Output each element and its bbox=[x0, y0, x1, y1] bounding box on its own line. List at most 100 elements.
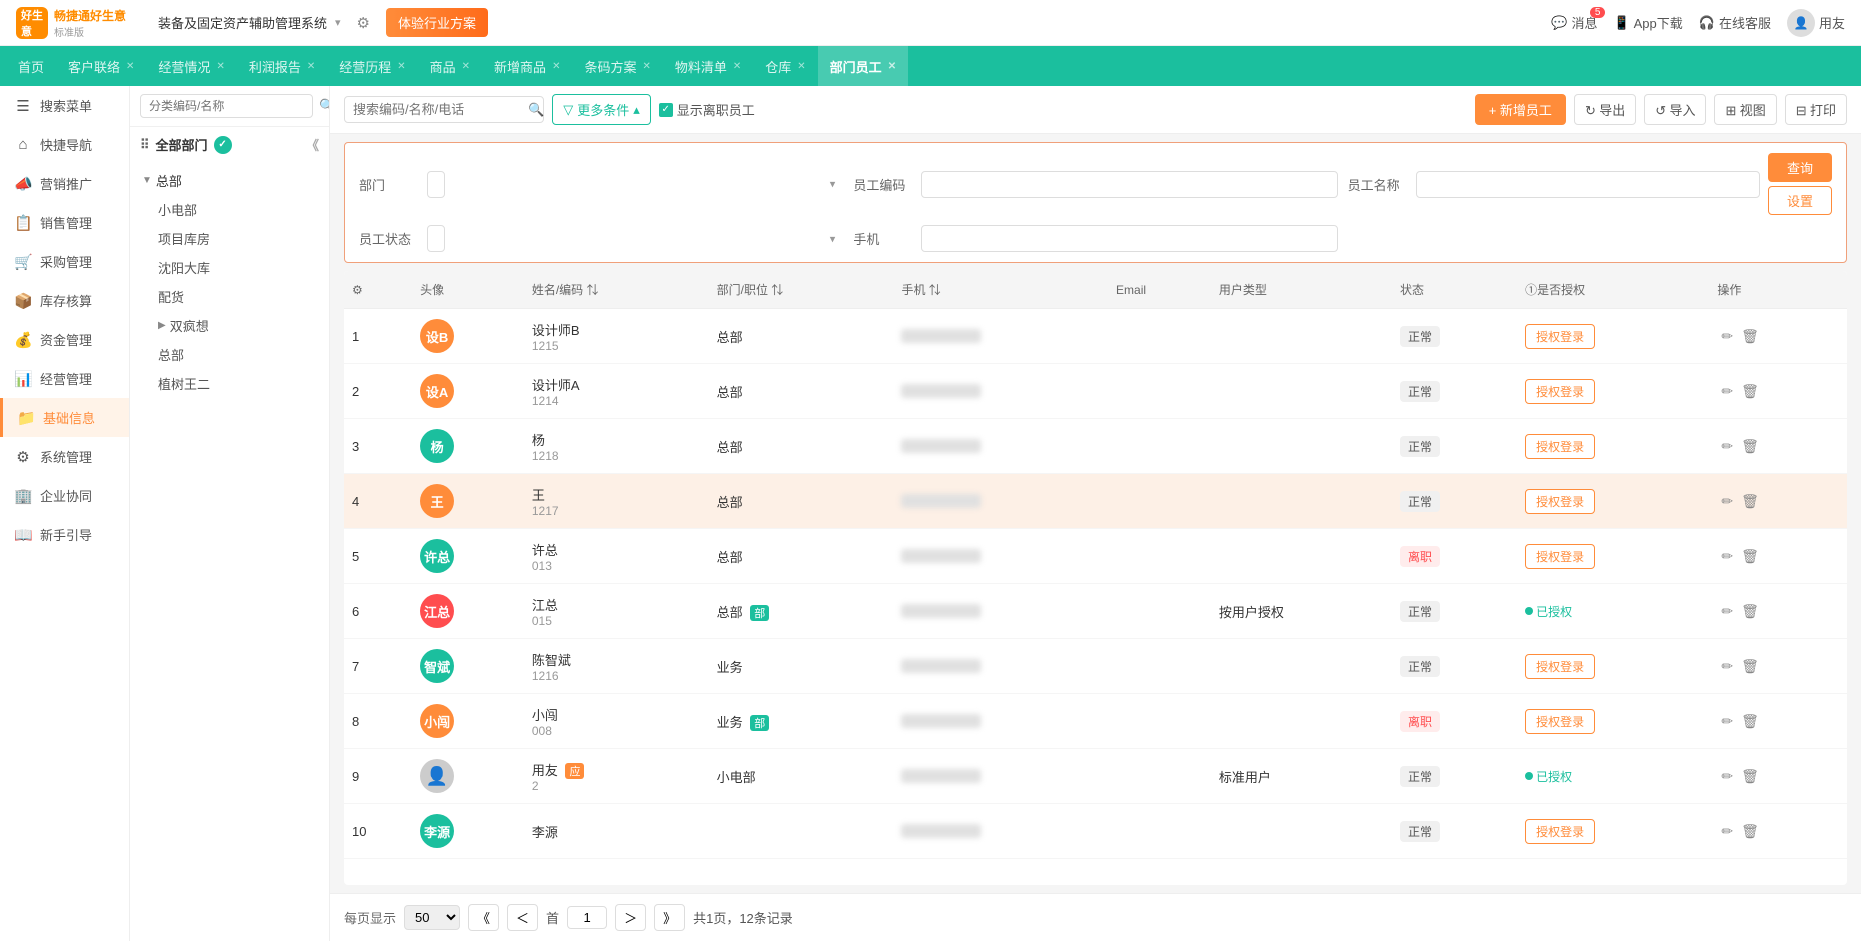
menu-item-company[interactable]: 🏢 企业协同 bbox=[0, 476, 129, 515]
tab-new-goods[interactable]: 新增商品 ✕ bbox=[482, 46, 572, 86]
delete-btn[interactable]: 🗑 bbox=[1737, 381, 1763, 402]
reset-btn[interactable]: 设置 bbox=[1768, 186, 1832, 215]
dept-search-input[interactable] bbox=[140, 94, 313, 118]
delete-btn[interactable]: 🗑 bbox=[1737, 436, 1763, 457]
tab-barcode[interactable]: 条码方案 ✕ bbox=[572, 46, 662, 86]
collapse-dept-icon[interactable]: 《 bbox=[306, 135, 319, 154]
edit-btn[interactable]: ✏ bbox=[1717, 601, 1737, 622]
app-download-btn[interactable]: 📱 App下载 bbox=[1613, 13, 1682, 32]
last-page-btn[interactable]: 》 bbox=[654, 904, 685, 931]
auth-login-btn[interactable]: 授权登录 bbox=[1525, 544, 1595, 569]
print-btn[interactable]: ⊟ 打印 bbox=[1785, 94, 1847, 125]
dept-select[interactable] bbox=[427, 171, 445, 198]
user-menu[interactable]: 👤 用友 bbox=[1787, 9, 1845, 37]
edit-btn[interactable]: ✏ bbox=[1717, 436, 1737, 457]
tab-history[interactable]: 经营历程 ✕ bbox=[327, 46, 417, 86]
dept-node-zhishu[interactable]: 植树王二 bbox=[130, 369, 329, 398]
close-icon[interactable]: ✕ bbox=[462, 61, 470, 72]
close-icon[interactable]: ✕ bbox=[552, 61, 560, 72]
tab-customer[interactable]: 客户联络 ✕ bbox=[56, 46, 146, 86]
more-conditions-btn[interactable]: ▽ 更多条件 ▴ bbox=[552, 94, 651, 125]
delete-btn[interactable]: 🗑 bbox=[1737, 326, 1763, 347]
close-icon[interactable]: ✕ bbox=[126, 61, 134, 72]
tab-goods[interactable]: 商品 ✕ bbox=[418, 46, 482, 86]
menu-item-quicknav[interactable]: ⌂ 快捷导航 bbox=[0, 125, 129, 164]
export-btn[interactable]: ↻ 导出 bbox=[1574, 94, 1636, 125]
auth-login-btn[interactable]: 授权登录 bbox=[1525, 434, 1595, 459]
auth-login-btn[interactable]: 授权登录 bbox=[1525, 819, 1595, 844]
delete-btn[interactable]: 🗑 bbox=[1737, 491, 1763, 512]
dept-node-shuangfeng[interactable]: ▶ 双疯想 bbox=[130, 311, 329, 340]
th-dept[interactable]: 部门/职位 ⇅ bbox=[709, 271, 894, 309]
menu-item-search[interactable]: ☰ 搜索菜单 bbox=[0, 86, 129, 125]
edit-btn[interactable]: ✏ bbox=[1717, 491, 1737, 512]
title-dropdown-icon[interactable]: ▾ bbox=[335, 16, 341, 29]
dept-node-peihuo[interactable]: 配货 bbox=[130, 282, 329, 311]
page-size-select[interactable]: 50 100 bbox=[404, 905, 460, 930]
menu-item-basic[interactable]: 📁 基础信息 bbox=[0, 398, 129, 437]
auth-login-btn[interactable]: 授权登录 bbox=[1525, 489, 1595, 514]
delete-btn[interactable]: 🗑 bbox=[1737, 656, 1763, 677]
trial-button[interactable]: 体验行业方案 bbox=[386, 8, 488, 37]
menu-item-system[interactable]: ⚙ 系统管理 bbox=[0, 437, 129, 476]
th-phone[interactable]: 手机 ⇅ bbox=[893, 271, 1108, 309]
gear-button[interactable]: ⚙ bbox=[349, 10, 378, 36]
emp-code-input[interactable] bbox=[921, 171, 1337, 198]
menu-item-sales[interactable]: 📋 销售管理 bbox=[0, 203, 129, 242]
menu-item-marketing[interactable]: 📣 营销推广 bbox=[0, 164, 129, 203]
first-page-btn[interactable]: 《 bbox=[468, 904, 499, 931]
tab-bom[interactable]: 物料清单 ✕ bbox=[663, 46, 753, 86]
query-btn[interactable]: 查询 bbox=[1768, 153, 1832, 182]
close-icon[interactable]: ✕ bbox=[216, 61, 224, 72]
edit-btn[interactable]: ✏ bbox=[1717, 546, 1737, 567]
dept-search-icon[interactable]: 🔍 bbox=[319, 98, 330, 114]
menu-item-guide[interactable]: 📖 新手引导 bbox=[0, 515, 129, 554]
tab-warehouse[interactable]: 仓库 ✕ bbox=[753, 46, 817, 86]
edit-btn[interactable]: ✏ bbox=[1717, 711, 1737, 732]
tab-profit[interactable]: 利润报告 ✕ bbox=[237, 46, 327, 86]
delete-btn[interactable]: 🗑 bbox=[1737, 766, 1763, 787]
edit-btn[interactable]: ✏ bbox=[1717, 326, 1737, 347]
dept-node-shenyang[interactable]: 沈阳大库 bbox=[130, 253, 329, 282]
show-resigned-toggle[interactable]: ✓ 显示离职员工 bbox=[659, 100, 755, 119]
th-name[interactable]: 姓名/编码 ⇅ bbox=[524, 271, 709, 309]
delete-btn[interactable]: 🗑 bbox=[1737, 601, 1763, 622]
close-icon[interactable]: ✕ bbox=[797, 61, 805, 72]
dept-node-project[interactable]: 项目库房 bbox=[130, 224, 329, 253]
edit-btn[interactable]: ✏ bbox=[1717, 821, 1737, 842]
edit-btn[interactable]: ✏ bbox=[1717, 381, 1737, 402]
next-page-btn[interactable]: ＞ bbox=[615, 904, 646, 931]
auth-login-btn[interactable]: 授权登录 bbox=[1525, 324, 1595, 349]
dept-all-header[interactable]: ⠿ 全部部门 ✓ 《 bbox=[130, 127, 329, 162]
emp-status-select[interactable] bbox=[427, 225, 445, 252]
online-service-btn[interactable]: 🎧 在线客服 bbox=[1699, 13, 1771, 32]
add-employee-btn[interactable]: + 新增员工 bbox=[1475, 94, 1566, 125]
menu-item-purchase[interactable]: 🛒 采购管理 bbox=[0, 242, 129, 281]
tab-operation[interactable]: 经营情况 ✕ bbox=[146, 46, 236, 86]
delete-btn[interactable]: 🗑 bbox=[1737, 821, 1763, 842]
dept-node-root[interactable]: ▼ 总部 bbox=[130, 166, 329, 195]
menu-item-finance[interactable]: 💰 资金管理 bbox=[0, 320, 129, 359]
close-icon[interactable]: ✕ bbox=[397, 61, 405, 72]
message-btn[interactable]: 💬 消息 5 bbox=[1551, 13, 1597, 32]
close-icon[interactable]: ✕ bbox=[307, 61, 315, 72]
auth-login-btn[interactable]: 授权登录 bbox=[1525, 709, 1595, 734]
close-icon[interactable]: ✕ bbox=[733, 61, 741, 72]
dept-node-xiaodian[interactable]: 小电部 bbox=[130, 195, 329, 224]
tab-home[interactable]: 首页 bbox=[6, 46, 56, 86]
th-settings[interactable]: ⚙ bbox=[344, 271, 412, 309]
tab-dept-employee[interactable]: 部门员工 ✕ bbox=[818, 46, 908, 86]
phone-input[interactable] bbox=[921, 225, 1337, 252]
dept-node-zongbu[interactable]: 总部 bbox=[130, 340, 329, 369]
view-btn[interactable]: ⊞ 视图 bbox=[1714, 94, 1776, 125]
emp-name-input[interactable] bbox=[1416, 171, 1760, 198]
menu-item-operation[interactable]: 📊 经营管理 bbox=[0, 359, 129, 398]
delete-btn[interactable]: 🗑 bbox=[1737, 711, 1763, 732]
prev-page-btn[interactable]: ＜ bbox=[507, 904, 538, 931]
search-input[interactable] bbox=[344, 96, 544, 123]
menu-item-inventory[interactable]: 📦 库存核算 bbox=[0, 281, 129, 320]
auth-login-btn[interactable]: 授权登录 bbox=[1525, 654, 1595, 679]
import-btn[interactable]: ↺ 导入 bbox=[1644, 94, 1706, 125]
close-icon[interactable]: ✕ bbox=[888, 61, 896, 72]
edit-btn[interactable]: ✏ bbox=[1717, 766, 1737, 787]
